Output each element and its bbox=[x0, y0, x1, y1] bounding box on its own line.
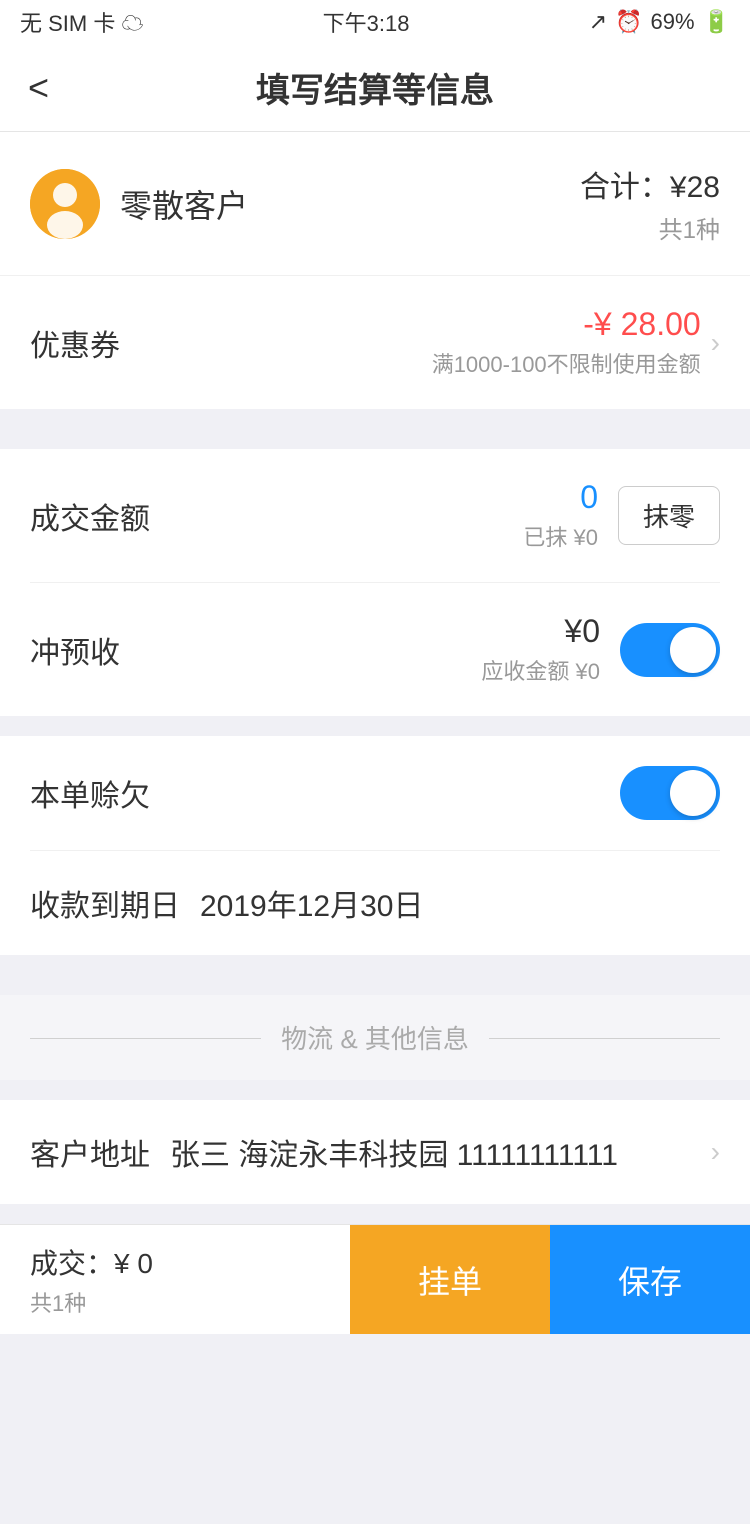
address-left: 客户地址 张三 海淀永丰科技园 11111111111 bbox=[30, 1130, 711, 1174]
prepayment-toggle[interactable] bbox=[620, 623, 720, 677]
logistics-header-text: 物流 & 其他信息 bbox=[261, 1024, 489, 1054]
address-label: 客户地址 bbox=[30, 1130, 150, 1174]
status-left: 无 SIM 卡 ☁ bbox=[20, 6, 143, 38]
debt-section: 本单赊欠 收款到期日 2019年12月30日 bbox=[0, 736, 750, 955]
coupon-amount: -¥ 28.00 bbox=[432, 306, 701, 343]
battery-label: 69% bbox=[651, 9, 695, 35]
bottom-summary: 成交：¥ 0 共1种 bbox=[0, 1242, 350, 1318]
deal-amount-sub: 已抹 ¥0 bbox=[523, 520, 598, 552]
deal-amount-value-area: 0 已抹 ¥0 bbox=[523, 479, 598, 552]
customer-total: 合计：¥28 共1种 bbox=[580, 162, 720, 245]
debt-toggle-knob bbox=[670, 770, 716, 816]
bottom-bar: 成交：¥ 0 共1种 挂单 保存 bbox=[0, 1224, 750, 1334]
total-price: 合计：¥28 bbox=[580, 162, 720, 206]
deal-amount-section: 成交金额 0 已抹 ¥0 抹零 冲预收 ¥0 应收金额 ¥0 bbox=[0, 449, 750, 716]
total-count: 共1种 bbox=[580, 210, 720, 245]
coupon-right: -¥ 28.00 满1000-100不限制使用金额 › bbox=[432, 306, 720, 379]
prepayment-right: ¥0 应收金额 ¥0 bbox=[481, 613, 720, 686]
address-value: 张三 海淀永丰科技园 11111111111 bbox=[170, 1130, 711, 1174]
bottom-deal-text: 成交：¥ 0 bbox=[30, 1242, 320, 1282]
toggle-knob bbox=[670, 627, 716, 673]
nav-title: 填写结算等信息 bbox=[256, 63, 494, 112]
bottom-actions: 挂单 保存 bbox=[350, 1225, 750, 1334]
round-zero-button[interactable]: 抹零 bbox=[618, 486, 720, 545]
coupon-value-area: -¥ 28.00 满1000-100不限制使用金额 bbox=[432, 306, 701, 379]
due-date-row: 收款到期日 2019年12月30日 bbox=[30, 851, 720, 955]
nav-bar: < 填写结算等信息 bbox=[0, 44, 750, 132]
status-time: 下午3:18 bbox=[323, 6, 410, 38]
debt-row: 本单赊欠 bbox=[30, 736, 720, 851]
address-row[interactable]: 客户地址 张三 海淀永丰科技园 11111111111 › bbox=[0, 1100, 750, 1204]
customer-section: 零散客户 合计：¥28 共1种 优惠券 -¥ 28.00 满1000-100不限… bbox=[0, 132, 750, 409]
sim-label: 无 SIM 卡 ☁ bbox=[20, 6, 143, 38]
customer-left: 零散客户 bbox=[30, 169, 248, 239]
alarm-icon: ⏰ bbox=[615, 9, 642, 35]
divider-4 bbox=[0, 1080, 750, 1100]
customer-name: 零散客户 bbox=[120, 181, 248, 227]
save-button[interactable]: 保存 bbox=[550, 1225, 750, 1334]
address-arrow-icon: › bbox=[711, 1136, 720, 1168]
battery-icon: 🔋 bbox=[703, 9, 730, 35]
divider-3 bbox=[0, 975, 750, 995]
coupon-arrow-icon: › bbox=[711, 327, 720, 359]
debt-label: 本单赊欠 bbox=[30, 771, 150, 815]
status-bar: 无 SIM 卡 ☁ 下午3:18 ↗ ⏰ 69% 🔋 bbox=[0, 0, 750, 44]
prepayment-label: 冲预收 bbox=[30, 628, 120, 672]
deal-amount-right: 0 已抹 ¥0 抹零 bbox=[523, 479, 720, 552]
coupon-label: 优惠券 bbox=[30, 321, 120, 365]
bottom-deal-value: ¥ 0 bbox=[114, 1248, 153, 1279]
due-date-label: 收款到期日 bbox=[30, 881, 180, 925]
deal-amount-row: 成交金额 0 已抹 ¥0 抹零 bbox=[30, 449, 720, 583]
prepayment-value-area: ¥0 应收金额 ¥0 bbox=[481, 613, 600, 686]
status-right: ↗ ⏰ 69% 🔋 bbox=[589, 9, 730, 35]
avatar bbox=[30, 169, 100, 239]
hang-button[interactable]: 挂单 bbox=[350, 1225, 550, 1334]
debt-toggle[interactable] bbox=[620, 766, 720, 820]
due-date-value: 2019年12月30日 bbox=[200, 881, 423, 925]
back-button[interactable]: < bbox=[28, 67, 49, 109]
prepayment-value: ¥0 bbox=[481, 613, 600, 650]
coupon-desc: 满1000-100不限制使用金额 bbox=[432, 347, 701, 379]
bottom-count: 共1种 bbox=[30, 1286, 320, 1318]
deal-amount-label: 成交金额 bbox=[30, 494, 150, 538]
prepayment-row: 冲预收 ¥0 应收金额 ¥0 bbox=[30, 583, 720, 716]
logistics-header: 物流 & 其他信息 bbox=[0, 995, 750, 1080]
location-icon: ↗ bbox=[589, 9, 607, 35]
coupon-row[interactable]: 优惠券 -¥ 28.00 满1000-100不限制使用金额 › bbox=[0, 275, 750, 409]
customer-row: 零散客户 合计：¥28 共1种 bbox=[0, 132, 750, 275]
bottom-deal-label: 成交： bbox=[30, 1248, 114, 1279]
deal-amount-value: 0 bbox=[523, 479, 598, 516]
prepayment-sub: 应收金额 ¥0 bbox=[481, 654, 600, 686]
divider-1 bbox=[0, 429, 750, 449]
divider-2 bbox=[0, 716, 750, 736]
